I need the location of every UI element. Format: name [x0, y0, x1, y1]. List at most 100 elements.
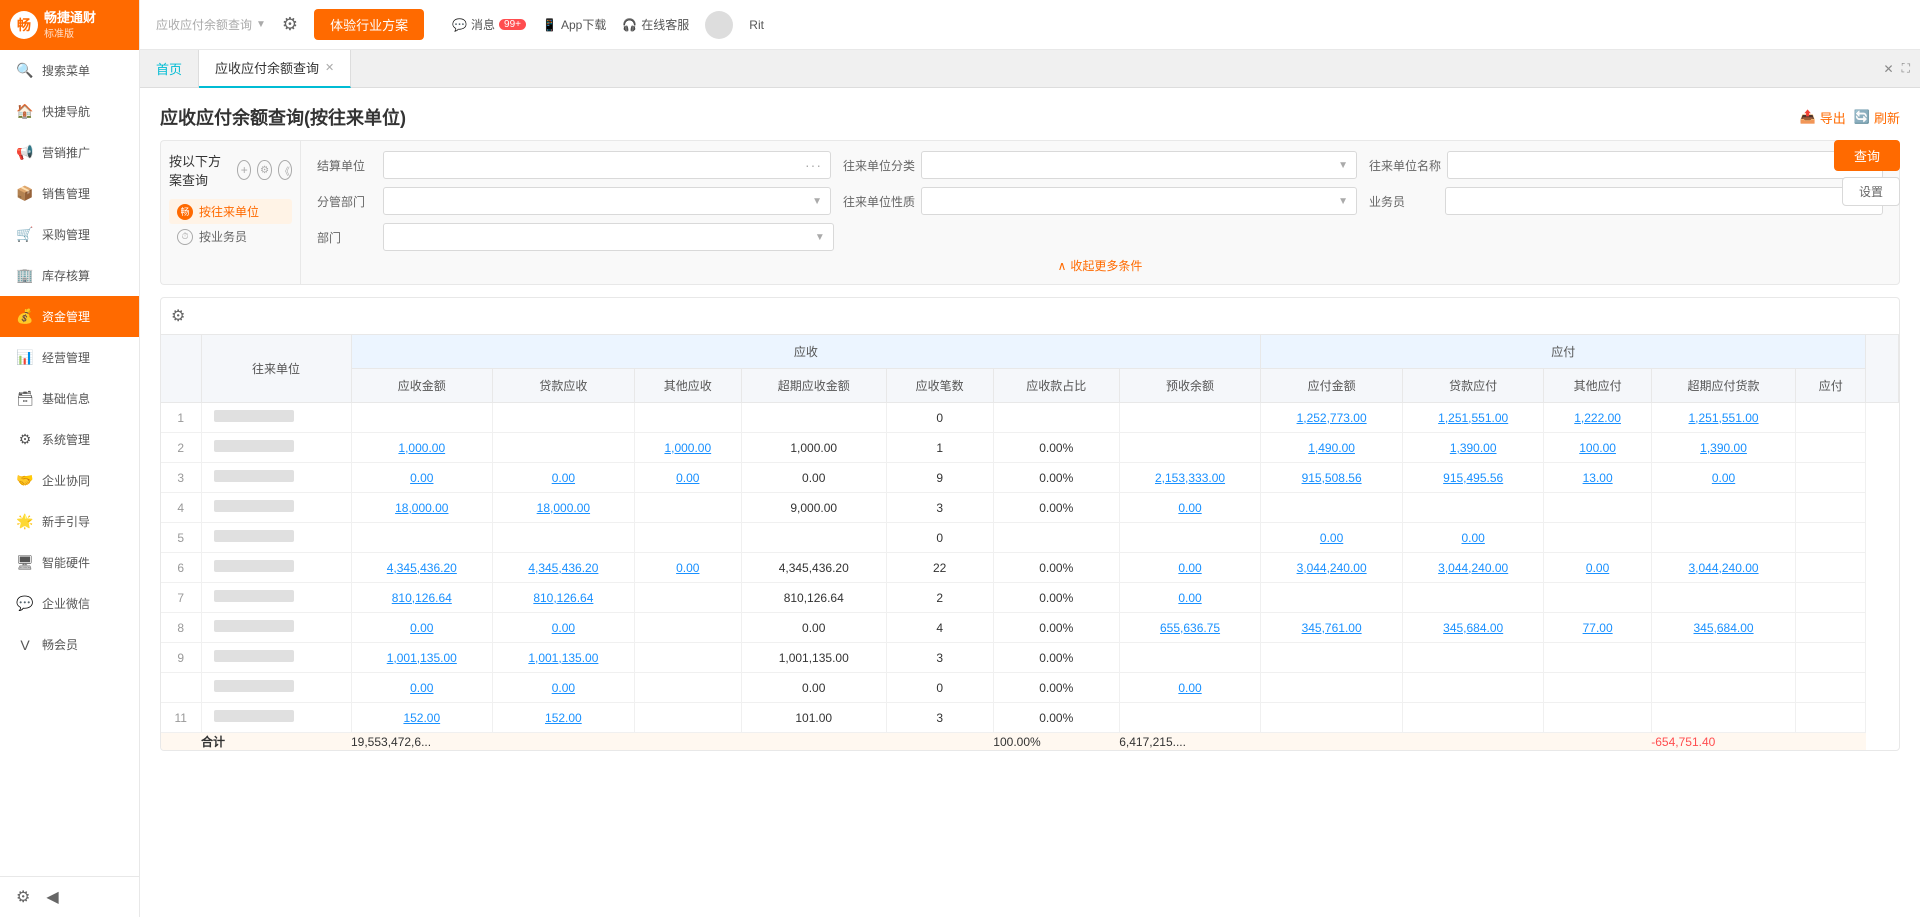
setting-button[interactable]: 设置	[1842, 177, 1900, 206]
sidebar-item-wechat[interactable]: 💬 企业微信	[0, 583, 139, 624]
dept-input[interactable]: ▼	[383, 223, 834, 251]
cell-link[interactable]: 0.00	[1651, 463, 1796, 493]
cell-link[interactable]: 100.00	[1544, 433, 1651, 463]
cell-link[interactable]: 0.00	[1402, 523, 1544, 553]
cell-link[interactable]: 0.00	[493, 463, 635, 493]
cell-link[interactable]: 915,495.56	[1402, 463, 1544, 493]
filter-option-by-unit[interactable]: 畅 按往来单位	[169, 199, 292, 224]
cell-link[interactable]: 1,001,135.00	[493, 643, 635, 673]
cell-link[interactable]: 4,345,436.20	[493, 553, 635, 583]
cell-link[interactable]: 0.00	[1261, 523, 1403, 553]
query-button[interactable]: 查询	[1834, 140, 1900, 171]
refresh-button[interactable]: 🔄 刷新	[1854, 108, 1900, 127]
cell-link[interactable]: 4,345,436.20	[351, 553, 493, 583]
cell-link[interactable]: 77.00	[1544, 613, 1651, 643]
settings-footer-icon[interactable]: ⚙	[16, 887, 30, 907]
cell-link[interactable]: 0.00	[1119, 553, 1261, 583]
cell-link[interactable]: 0.00	[1544, 553, 1651, 583]
cell-link[interactable]: 0.00	[493, 613, 635, 643]
cell-link[interactable]: 655,636.75	[1119, 613, 1261, 643]
tab-home[interactable]: 首页	[140, 50, 199, 88]
cell-link[interactable]: 1,222.00	[1544, 403, 1651, 433]
cell-link[interactable]: 18,000.00	[351, 493, 493, 523]
table-settings-icon[interactable]: ⚙	[171, 306, 185, 326]
app-download-item[interactable]: 📱 App下载	[542, 16, 606, 33]
table-scroll[interactable]: 往来单位 应收 应付 应收金额 贷款应收 其他应收 超期应收金额 应收笔数 应收…	[161, 335, 1899, 750]
cell-link[interactable]: 1,390.00	[1402, 433, 1544, 463]
filter-option-by-salesman[interactable]: ⏱ 按业务员	[169, 224, 292, 249]
cell-link[interactable]: 1,001,135.00	[351, 643, 493, 673]
filter-add-button[interactable]: +	[237, 160, 251, 180]
tab-close-window-icon[interactable]: ✕	[1884, 62, 1894, 76]
cell-link[interactable]: 1,000.00	[351, 433, 493, 463]
total-receivable-amount[interactable]: 19,553,472,6...	[351, 733, 493, 751]
sidebar-item-quick[interactable]: 🏠 快捷导航	[0, 91, 139, 132]
collapse-footer-icon[interactable]: ◀	[46, 887, 58, 907]
cell-link[interactable]: 2,153,333.00	[1119, 463, 1261, 493]
sidebar-item-purchase[interactable]: 🛒 采购管理	[0, 214, 139, 255]
sidebar-item-enterprise[interactable]: 🤝 企业协同	[0, 460, 139, 501]
col-advance-balance: 预收余额	[1119, 369, 1261, 403]
sidebar-item-basic[interactable]: 🗃 基础信息	[0, 378, 139, 419]
cell-link[interactable]: 1,490.00	[1261, 433, 1403, 463]
cell-link[interactable]: 0.00	[351, 673, 493, 703]
sidebar-item-guide[interactable]: 🌟 新手引导	[0, 501, 139, 542]
cell-link[interactable]: 0.00	[351, 463, 493, 493]
total-advance[interactable]: 6,417,215....	[1119, 733, 1261, 751]
col-loan-receivable: 贷款应收	[493, 369, 635, 403]
dept-manager-input[interactable]: ▼	[383, 187, 831, 215]
sidebar-item-sales[interactable]: 📦 销售管理	[0, 173, 139, 214]
cell-link[interactable]: 3,044,240.00	[1402, 553, 1544, 583]
online-service-item[interactable]: 🎧 在线客服	[622, 16, 689, 33]
cell-payable-suffix	[1796, 583, 1866, 613]
cell-link[interactable]: 345,684.00	[1402, 613, 1544, 643]
cell-link[interactable]: 152.00	[493, 703, 635, 733]
tab-close-icon[interactable]: ✕	[325, 61, 334, 74]
sidebar-item-search[interactable]: 🔍 搜索菜单	[0, 50, 139, 91]
cell-link[interactable]: 152.00	[351, 703, 493, 733]
cell-link[interactable]: 0.00	[634, 553, 741, 583]
nature-input[interactable]: ▼	[921, 187, 1357, 215]
cell-link[interactable]: 3,044,240.00	[1261, 553, 1403, 583]
category-input[interactable]: ▼	[921, 151, 1357, 179]
sidebar-item-hardware[interactable]: 🖥 智能硬件	[0, 542, 139, 583]
tab-query[interactable]: 应收应付余额查询 ✕	[199, 50, 351, 88]
cell-link[interactable]: 1,390.00	[1651, 433, 1796, 463]
cell-link[interactable]: 810,126.64	[351, 583, 493, 613]
cell-link[interactable]: 0.00	[1119, 583, 1261, 613]
cell-link[interactable]: 0.00	[351, 613, 493, 643]
cell-link[interactable]: 0.00	[1119, 493, 1261, 523]
cell-link[interactable]: 1,251,551.00	[1651, 403, 1796, 433]
sidebar-item-marketing[interactable]: 📢 营销推广	[0, 132, 139, 173]
salesman-input[interactable]: ···	[1445, 187, 1883, 215]
cell-link[interactable]: 0.00	[634, 463, 741, 493]
cell-link[interactable]: 18,000.00	[493, 493, 635, 523]
cell-link[interactable]: 0.00	[1119, 673, 1261, 703]
settlement-input[interactable]: ···	[383, 151, 831, 179]
cell-link[interactable]: 345,761.00	[1261, 613, 1403, 643]
message-item[interactable]: 💬 消息 99+	[452, 16, 526, 33]
cell-link[interactable]: 0.00	[493, 673, 635, 703]
sidebar-item-operation[interactable]: 📊 经营管理	[0, 337, 139, 378]
filter-collapse-btn[interactable]: ∧ 收起更多条件	[317, 257, 1883, 274]
cell-link[interactable]: 3,044,240.00	[1651, 553, 1796, 583]
cell-link[interactable]: 1,252,773.00	[1261, 403, 1403, 433]
dept-manager-arrow: ▼	[812, 196, 822, 207]
name-input[interactable]	[1447, 151, 1883, 179]
tab-expand-icon[interactable]: ⛶	[1902, 61, 1910, 76]
cell-link[interactable]: 13.00	[1544, 463, 1651, 493]
cell-link[interactable]: 915,508.56	[1261, 463, 1403, 493]
export-button[interactable]: 📤 导出	[1800, 108, 1846, 127]
cell-link[interactable]: 810,126.64	[493, 583, 635, 613]
sidebar-item-inventory[interactable]: 🏢 库存核算	[0, 255, 139, 296]
filter-settings-button[interactable]: ⚙	[257, 160, 271, 180]
cell-link[interactable]: 1,000.00	[634, 433, 741, 463]
cell-link[interactable]: 345,684.00	[1651, 613, 1796, 643]
filter-collapse-button[interactable]: 《	[278, 160, 292, 180]
sidebar-item-vip[interactable]: V 畅会员	[0, 624, 139, 665]
cell-link[interactable]: 1,251,551.00	[1402, 403, 1544, 433]
industry-plan-button[interactable]: 体验行业方案	[314, 9, 424, 40]
topbar-settings-button[interactable]: ⚙	[278, 10, 302, 39]
sidebar-item-finance[interactable]: 💰 资金管理	[0, 296, 139, 337]
sidebar-item-system[interactable]: ⚙ 系统管理	[0, 419, 139, 460]
